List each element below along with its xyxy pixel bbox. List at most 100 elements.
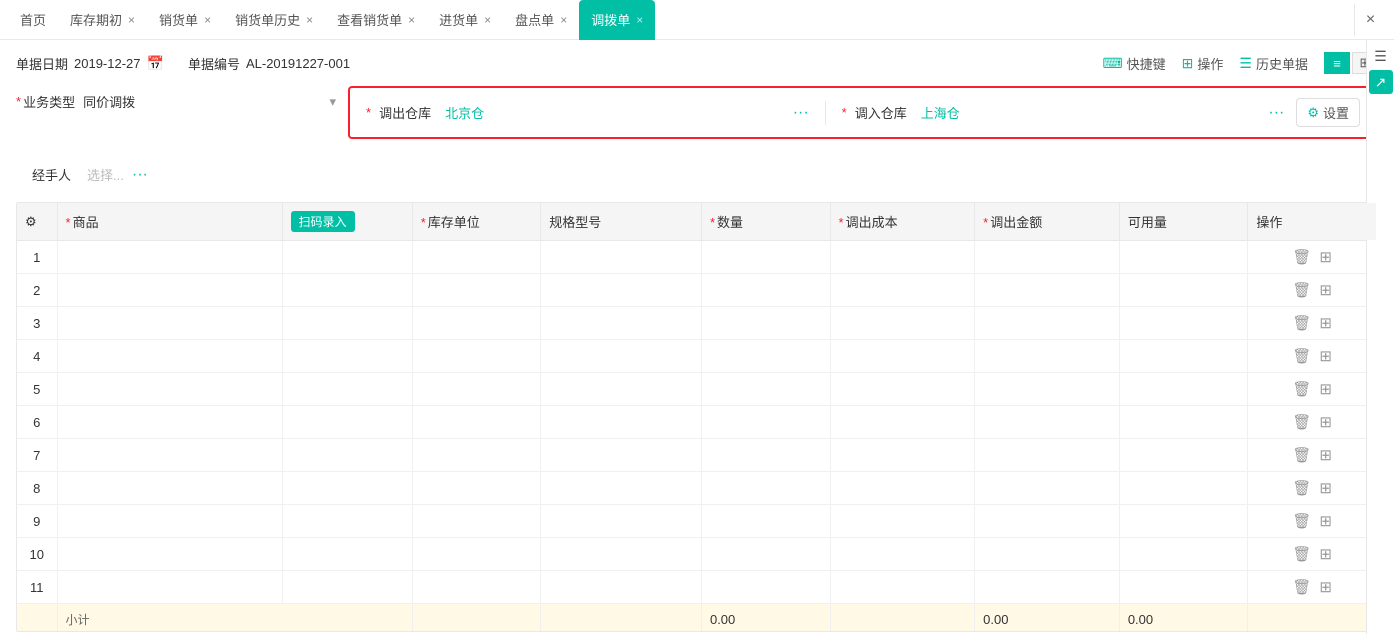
cell-amount[interactable] <box>975 373 1120 406</box>
warehouse-out-more-icon[interactable]: ··· <box>793 104 809 122</box>
cell-spec[interactable] <box>541 274 702 307</box>
cell-cost[interactable] <box>830 406 975 439</box>
cell-spec[interactable] <box>541 406 702 439</box>
cell-cost[interactable] <box>830 340 975 373</box>
copy-icon[interactable]: ⊞ <box>1319 347 1332 365</box>
cell-qty[interactable] <box>701 505 830 538</box>
delete-icon[interactable]: 🗑 <box>1292 479 1311 497</box>
delete-icon[interactable]: 🗑 <box>1292 314 1311 332</box>
cell-spec[interactable] <box>541 373 702 406</box>
copy-icon[interactable]: ⊞ <box>1319 413 1332 431</box>
copy-icon[interactable]: ⊞ <box>1319 248 1332 266</box>
delete-icon[interactable]: 🗑 <box>1292 545 1311 563</box>
delete-icon[interactable]: 🗑 <box>1292 248 1311 266</box>
tab-purchase-order[interactable]: 进货单 × <box>427 0 503 40</box>
tab-sales-order-close[interactable]: × <box>204 13 211 27</box>
calendar-icon[interactable]: 📅 <box>147 55 164 72</box>
cell-product[interactable] <box>57 274 282 307</box>
cell-cost[interactable] <box>830 472 975 505</box>
cell-unit[interactable] <box>412 274 541 307</box>
cell-qty[interactable] <box>701 472 830 505</box>
cell-unit[interactable] <box>412 472 541 505</box>
copy-icon[interactable]: ⊞ <box>1319 380 1332 398</box>
cell-amount[interactable] <box>975 538 1120 571</box>
cell-amount[interactable] <box>975 241 1120 274</box>
tab-inventory-init-close[interactable]: × <box>128 13 135 27</box>
cell-product[interactable] <box>57 439 282 472</box>
copy-icon[interactable]: ⊞ <box>1319 314 1332 332</box>
cell-qty[interactable] <box>701 307 830 340</box>
cell-spec[interactable] <box>541 241 702 274</box>
copy-icon[interactable]: ⊞ <box>1319 446 1332 464</box>
sidebar-list-button[interactable]: ☰ <box>1369 44 1393 68</box>
cell-amount[interactable] <box>975 472 1120 505</box>
cell-unit[interactable] <box>412 505 541 538</box>
cell-amount[interactable] <box>975 406 1120 439</box>
tab-home[interactable]: 首页 <box>8 0 58 40</box>
operations-button[interactable]: ⊞ 操作 <box>1182 54 1224 73</box>
copy-icon[interactable]: ⊞ <box>1319 512 1332 530</box>
cell-amount[interactable] <box>975 307 1120 340</box>
tab-stocktake[interactable]: 盘点单 × <box>503 0 579 40</box>
delete-icon[interactable]: 🗑 <box>1292 578 1311 596</box>
copy-icon[interactable]: ⊞ <box>1319 479 1332 497</box>
cell-amount[interactable] <box>975 340 1120 373</box>
cell-product[interactable] <box>57 472 282 505</box>
settings-button[interactable]: ⚙ 设置 <box>1296 98 1360 127</box>
tab-purchase-order-close[interactable]: × <box>484 13 491 27</box>
cell-product[interactable] <box>57 373 282 406</box>
cell-amount[interactable] <box>975 274 1120 307</box>
cell-cost[interactable] <box>830 373 975 406</box>
cell-product[interactable] <box>57 538 282 571</box>
business-type-dropdown-icon[interactable]: ▾ <box>329 94 336 110</box>
warehouse-in-more-icon[interactable]: ··· <box>1268 104 1284 122</box>
copy-icon[interactable]: ⊞ <box>1319 545 1332 563</box>
cell-product[interactable] <box>57 505 282 538</box>
cell-unit[interactable] <box>412 307 541 340</box>
cell-unit[interactable] <box>412 373 541 406</box>
shortcuts-button[interactable]: ⌨ 快捷键 <box>1102 54 1165 73</box>
tab-sales-order[interactable]: 销货单 × <box>147 0 223 40</box>
tab-view-sales[interactable]: 查看销货单 × <box>325 0 427 40</box>
date-value[interactable]: 2019-12-27 <box>74 56 141 71</box>
cell-unit[interactable] <box>412 340 541 373</box>
history-button[interactable]: ☰ 历史单据 <box>1239 54 1308 73</box>
cell-cost[interactable] <box>830 307 975 340</box>
tab-view-sales-close[interactable]: × <box>408 13 415 27</box>
cell-product[interactable] <box>57 241 282 274</box>
cell-cost[interactable] <box>830 538 975 571</box>
cell-qty[interactable] <box>701 406 830 439</box>
delete-icon[interactable]: 🗑 <box>1292 446 1311 464</box>
cell-product[interactable] <box>57 571 282 604</box>
warehouse-out-value[interactable]: 北京仓 <box>445 103 779 122</box>
cell-qty[interactable] <box>701 439 830 472</box>
delete-icon[interactable]: 🗑 <box>1292 413 1311 431</box>
cell-product[interactable] <box>57 406 282 439</box>
cell-cost[interactable] <box>830 274 975 307</box>
cell-spec[interactable] <box>541 307 702 340</box>
tab-transfer[interactable]: 调拨单 × <box>579 0 655 40</box>
cell-spec[interactable] <box>541 571 702 604</box>
cell-product[interactable] <box>57 307 282 340</box>
cell-unit[interactable] <box>412 406 541 439</box>
warehouse-in-value[interactable]: 上海仓 <box>921 103 1255 122</box>
cell-qty[interactable] <box>701 274 830 307</box>
cell-unit[interactable] <box>412 439 541 472</box>
cell-cost[interactable] <box>830 241 975 274</box>
cell-qty[interactable] <box>701 241 830 274</box>
cell-unit[interactable] <box>412 571 541 604</box>
cell-spec[interactable] <box>541 505 702 538</box>
cell-spec[interactable] <box>541 439 702 472</box>
cell-amount[interactable] <box>975 571 1120 604</box>
tab-inventory-init[interactable]: 库存期初 × <box>58 0 147 40</box>
cell-cost[interactable] <box>830 571 975 604</box>
delete-icon[interactable]: 🗑 <box>1292 380 1311 398</box>
view-list-button[interactable]: ≡ <box>1324 52 1350 74</box>
cell-amount[interactable] <box>975 505 1120 538</box>
cell-unit[interactable] <box>412 538 541 571</box>
tab-sales-history[interactable]: 销货单历史 × <box>223 0 325 40</box>
delete-icon[interactable]: 🗑 <box>1292 281 1311 299</box>
copy-icon[interactable]: ⊞ <box>1319 578 1332 596</box>
cell-cost[interactable] <box>830 439 975 472</box>
cell-qty[interactable] <box>701 538 830 571</box>
